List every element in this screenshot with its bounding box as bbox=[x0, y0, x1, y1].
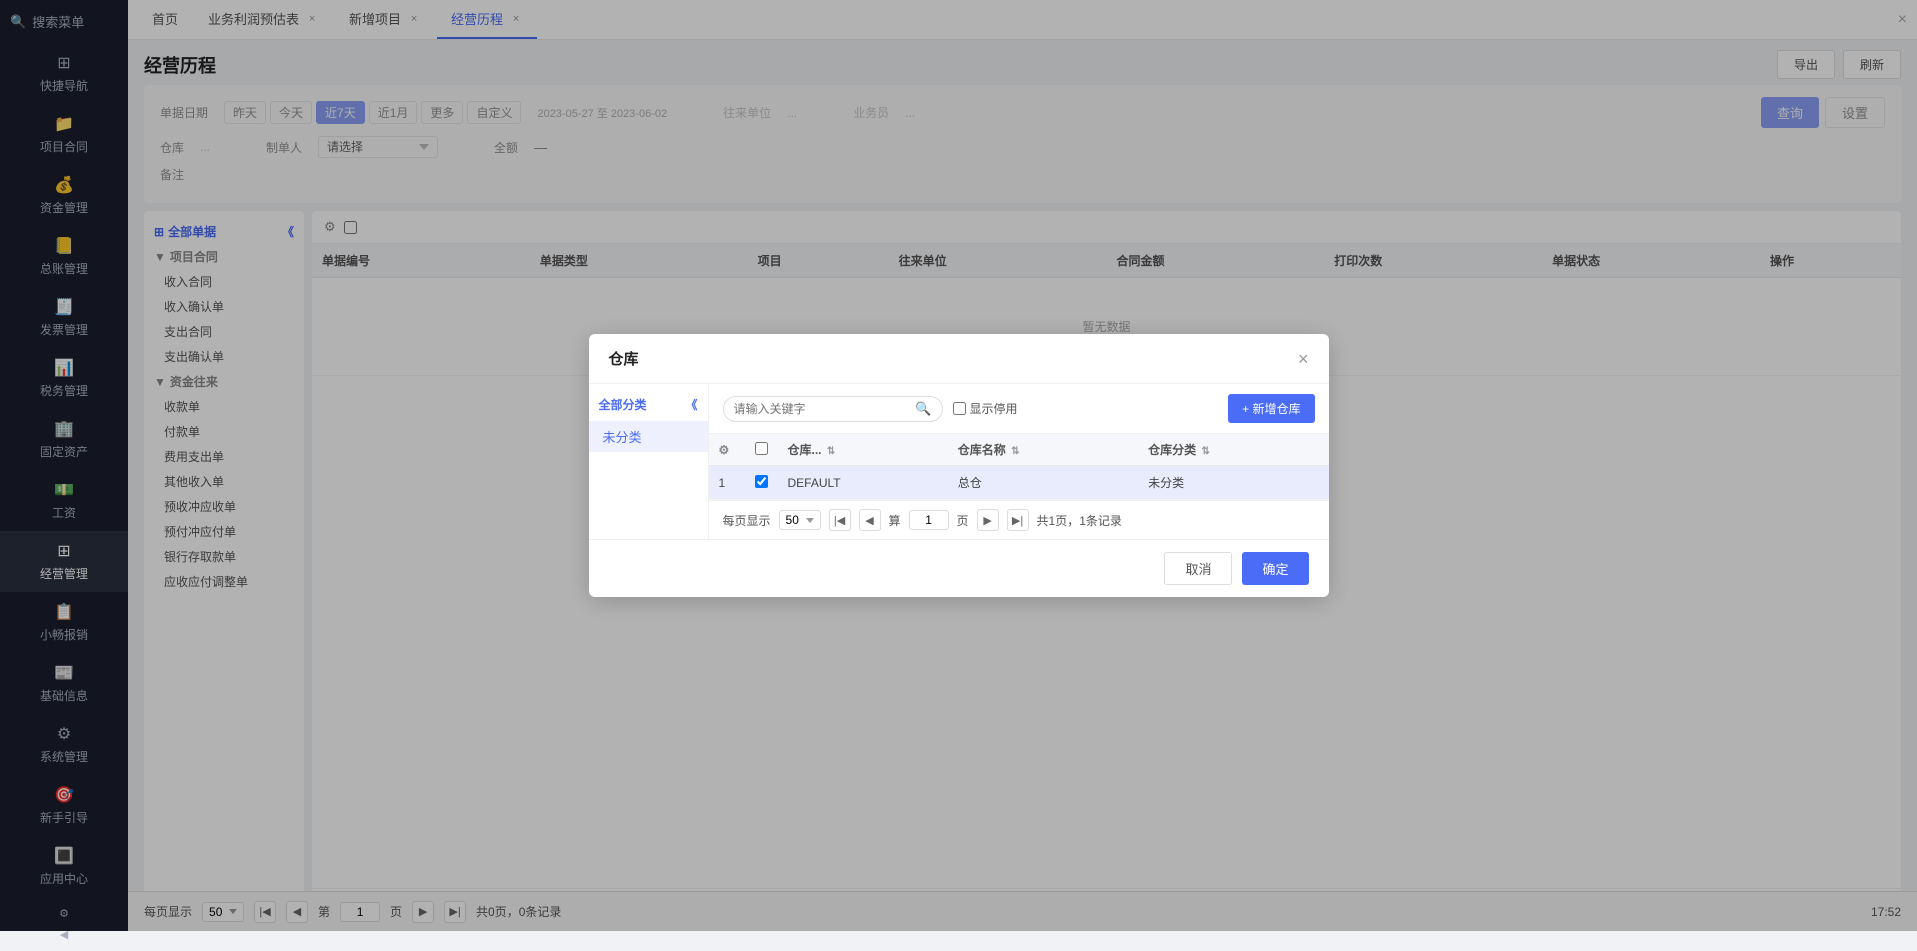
modal-close-button[interactable]: × bbox=[1298, 350, 1309, 368]
modal-col-code: 仓库... ⇅ bbox=[778, 434, 948, 466]
row-name: 总仓 bbox=[948, 466, 1138, 500]
confirm-button[interactable]: 确定 bbox=[1242, 552, 1308, 585]
modal-header: 仓库 × bbox=[589, 334, 1329, 384]
modal-pagination: 每页显示 50 |◀ ◀ 算 1 页 ▶ ▶| 共1页，1条记录 bbox=[709, 500, 1329, 539]
modal-uncategorized[interactable]: 未分类 bbox=[589, 421, 708, 452]
name-sort-icon: ⇅ bbox=[1011, 446, 1019, 457]
row-code: DEFAULT bbox=[778, 466, 948, 500]
modal-select-all[interactable] bbox=[755, 442, 768, 455]
modal-toolbar: 🔍 显示停用 + 新增仓库 bbox=[709, 384, 1329, 434]
modal-page-first-label: 算 bbox=[889, 512, 901, 529]
modal-per-page-label: 每页显示 bbox=[723, 512, 771, 529]
modal-page-input[interactable]: 1 bbox=[909, 510, 949, 530]
modal-left-header: 全部分类 《 bbox=[589, 392, 708, 421]
modal-col-category: 仓库分类 ⇅ bbox=[1138, 434, 1328, 466]
modal-next-btn[interactable]: ▶ bbox=[977, 509, 999, 531]
modal-table: ⚙ 仓库... ⇅ 仓库名称 bbox=[709, 434, 1329, 500]
all-category-label: 全部分类 bbox=[599, 396, 647, 413]
warehouse-modal: 仓库 × 全部分类 《 未分类 🔍 bbox=[589, 334, 1329, 597]
modal-page-suffix: 页 bbox=[957, 512, 969, 529]
modal-col-checkbox bbox=[745, 434, 778, 466]
modal-search-input[interactable] bbox=[734, 402, 910, 416]
modal-collapse-icon[interactable]: 《 bbox=[685, 396, 697, 413]
modal-col-name: 仓库名称 ⇅ bbox=[948, 434, 1138, 466]
modal-total: 共1页，1条记录 bbox=[1037, 512, 1122, 529]
category-sort-icon: ⇅ bbox=[1201, 446, 1209, 457]
modal-search-wrap: 🔍 bbox=[723, 396, 943, 422]
row-category: 未分类 bbox=[1138, 466, 1328, 500]
modal-first-btn[interactable]: |◀ bbox=[829, 509, 851, 531]
modal-overlay[interactable]: 仓库 × 全部分类 《 未分类 🔍 bbox=[0, 0, 1917, 931]
row-checkbox bbox=[745, 466, 778, 500]
modal-left-panel: 全部分类 《 未分类 bbox=[589, 384, 709, 539]
table-row[interactable]: 1 DEFAULT 总仓 未分类 bbox=[709, 466, 1329, 500]
modal-last-btn[interactable]: ▶| bbox=[1007, 509, 1029, 531]
cancel-button[interactable]: 取消 bbox=[1164, 552, 1232, 585]
modal-per-page-select[interactable]: 50 bbox=[779, 510, 821, 530]
modal-search-icon: 🔍 bbox=[915, 401, 931, 417]
modal-body: 全部分类 《 未分类 🔍 显示停用 + 新增仓库 bbox=[589, 384, 1329, 539]
code-sort-icon: ⇅ bbox=[827, 446, 835, 457]
modal-footer: 取消 确定 bbox=[589, 539, 1329, 597]
modal-prev-btn[interactable]: ◀ bbox=[859, 509, 881, 531]
settings-col-icon[interactable]: ⚙ bbox=[719, 443, 730, 457]
row-select-checkbox[interactable] bbox=[755, 475, 768, 488]
show-disabled-label: 显示停用 bbox=[953, 400, 1018, 417]
modal-right-panel: 🔍 显示停用 + 新增仓库 ⚙ bbox=[709, 384, 1329, 539]
modal-col-settings: ⚙ bbox=[709, 434, 745, 466]
modal-table-wrap: ⚙ 仓库... ⇅ 仓库名称 bbox=[709, 434, 1329, 500]
add-warehouse-button[interactable]: + 新增仓库 bbox=[1228, 394, 1314, 423]
modal-title: 仓库 bbox=[609, 348, 639, 369]
modal-table-header: ⚙ 仓库... ⇅ 仓库名称 bbox=[709, 434, 1329, 466]
row-num: 1 bbox=[709, 466, 745, 500]
show-disabled-checkbox[interactable] bbox=[953, 402, 966, 415]
